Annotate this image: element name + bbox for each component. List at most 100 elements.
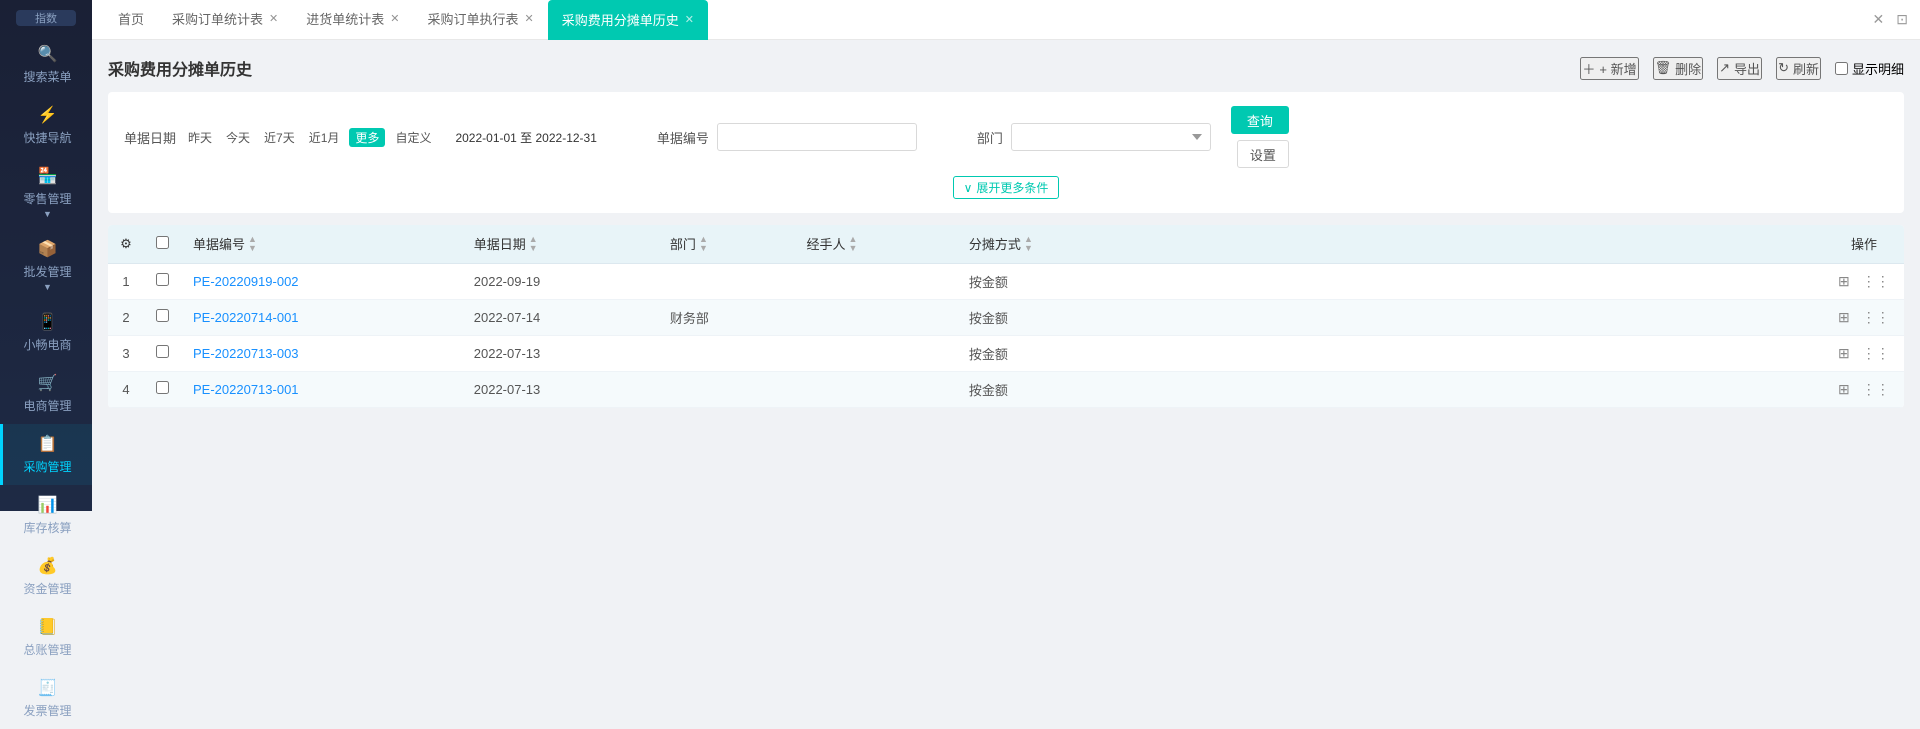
- col-doc-date-sort[interactable]: 单据日期 ▲▼: [474, 234, 538, 253]
- restore-window-icon[interactable]: ⊡: [1896, 11, 1908, 28]
- sidebar-item-search[interactable]: 🔍搜索菜单: [0, 34, 92, 95]
- data-table: ⚙ 单据编号 ▲▼ 单据日期: [108, 225, 1904, 408]
- row-checkbox[interactable]: [156, 345, 169, 358]
- row-more-icon[interactable]: ⋮⋮: [1860, 271, 1892, 292]
- tab-bar: 首页采购订单统计表✕进货单统计表✕采购订单执行表✕ 采购费用分摊单历史 ✕ ✕ ⊡: [92, 0, 1920, 40]
- col-split-method-sort[interactable]: 分摊方式 ▲▼: [969, 234, 1033, 253]
- delete-icon: 🗑: [1655, 60, 1672, 76]
- row-edit-icon[interactable]: ⊞: [1836, 307, 1852, 328]
- col-dept[interactable]: 部门 ▲▼: [658, 225, 795, 263]
- tab-close-icon[interactable]: ✕: [685, 13, 694, 26]
- sidebar: 指数 🔍搜索菜单⚡快捷导航🏪零售管理▼📦批发管理▼📱小畅电商🛒电商管理📋采购管理…: [0, 0, 92, 511]
- date-7days[interactable]: 近7天: [260, 128, 299, 147]
- tab-close-icon[interactable]: ✕: [390, 12, 399, 25]
- date-range-display: 2022-01-01 至 2022-12-31: [455, 129, 596, 146]
- delete-button[interactable]: 🗑 删除: [1653, 57, 1704, 80]
- sidebar-item-label: 发票管理: [23, 702, 71, 719]
- date-custom[interactable]: 自定义: [391, 128, 435, 147]
- search-button[interactable]: 查询: [1231, 106, 1289, 134]
- search-area: 单据日期 昨天 今天 近7天 近1月 更多 自定义 2022-01-01 至 2…: [108, 92, 1904, 213]
- row-doc-date-cell: 2022-07-13: [462, 371, 658, 407]
- tab-close-icon[interactable]: ✕: [269, 12, 278, 25]
- sidebar-item-ledger[interactable]: 📒总账管理: [0, 607, 92, 668]
- dept-select[interactable]: 财务部: [1011, 123, 1211, 151]
- col-dept-sort[interactable]: 部门 ▲▼: [670, 234, 708, 253]
- row-checkbox-cell: [144, 299, 181, 335]
- tab-purchase-order-stats[interactable]: 采购订单统计表✕: [158, 0, 292, 40]
- row-edit-icon[interactable]: ⊞: [1836, 271, 1852, 292]
- sidebar-item-label: 零售管理: [23, 190, 71, 207]
- sidebar-item-inventory[interactable]: 📊库存核算: [0, 485, 92, 546]
- sidebar-invoice-icon: 🧾: [38, 678, 58, 698]
- sidebar-item-finance[interactable]: 💰资金管理: [0, 546, 92, 607]
- sidebar-item-retail[interactable]: 🏪零售管理▼: [0, 156, 92, 229]
- sidebar-item-wholesale[interactable]: 📦批发管理▼: [0, 229, 92, 302]
- refresh-button[interactable]: ↻ 刷新: [1776, 57, 1821, 80]
- tab-purchase-cost-history[interactable]: 采购费用分摊单历史 ✕: [548, 0, 708, 40]
- row-edit-icon[interactable]: ⊞: [1836, 343, 1852, 364]
- col-operation: 操作: [1824, 225, 1904, 263]
- tab-home[interactable]: 首页: [104, 0, 158, 40]
- search-row: 单据日期 昨天 今天 近7天 近1月 更多 自定义 2022-01-01 至 2…: [124, 106, 1888, 168]
- row-more-icon[interactable]: ⋮⋮: [1860, 379, 1892, 400]
- col-split-method[interactable]: 分摊方式 ▲▼: [957, 225, 1824, 263]
- row-doc-no-link[interactable]: PE-20220713-001: [193, 382, 299, 397]
- date-label: 单据日期: [124, 128, 176, 147]
- row-checkbox-cell: [144, 371, 181, 407]
- show-detail-checkbox[interactable]: [1835, 62, 1848, 75]
- date-field: 单据日期 昨天 今天 近7天 近1月 更多 自定义: [124, 128, 435, 147]
- doc-no-input[interactable]: [717, 123, 917, 151]
- col-doc-no[interactable]: 单据编号 ▲▼: [181, 225, 462, 263]
- row-action-cell: ⊞ ⋮⋮: [1824, 335, 1904, 371]
- main-content: 首页采购订单统计表✕进货单统计表✕采购订单执行表✕采购费用分摊单历史✕ ✕ ⊡ …: [92, 0, 1920, 511]
- row-checkbox[interactable]: [156, 273, 169, 286]
- doc-no-field: 单据编号: [657, 123, 917, 151]
- row-more-icon[interactable]: ⋮⋮: [1860, 307, 1892, 328]
- date-today[interactable]: 今天: [222, 128, 254, 147]
- sidebar-shortcut-icon: ⚡: [38, 105, 58, 125]
- row-checkbox[interactable]: [156, 309, 169, 322]
- sidebar-item-label: 快捷导航: [23, 129, 71, 146]
- close-window-icon[interactable]: ✕: [1873, 11, 1885, 28]
- sidebar-item-purchase[interactable]: 📋采购管理: [0, 424, 92, 485]
- row-num: 4: [108, 371, 144, 407]
- select-all-checkbox[interactable]: [156, 236, 169, 249]
- table-row: 4 PE-20220713-001 2022-07-13 按金额 ⊞ ⋮⋮: [108, 371, 1904, 407]
- expand-conditions-button[interactable]: ∨ 展开更多条件: [953, 176, 1060, 199]
- col-handler[interactable]: 经手人 ▲▼: [795, 225, 957, 263]
- expand-icon: ∨: [964, 181, 973, 195]
- tab-stock-stats[interactable]: 进货单统计表✕: [292, 0, 413, 40]
- export-button[interactable]: ↗ 导出: [1717, 57, 1762, 80]
- sidebar-item-shortcut[interactable]: ⚡ 快捷导航: [0, 95, 92, 156]
- row-checkbox[interactable]: [156, 381, 169, 394]
- tab-purchase-order-exec[interactable]: 采购订单执行表✕: [413, 0, 547, 40]
- date-yesterday[interactable]: 昨天: [184, 128, 216, 147]
- col-handler-sort[interactable]: 经手人 ▲▼: [807, 234, 858, 253]
- col-doc-date[interactable]: 单据日期 ▲▼: [462, 225, 658, 263]
- sidebar-finance-icon: 💰: [38, 556, 58, 576]
- col-settings[interactable]: ⚙: [108, 225, 144, 263]
- export-icon: ↗: [1719, 60, 1730, 76]
- date-more[interactable]: 更多: [349, 128, 385, 147]
- row-doc-no-link[interactable]: PE-20220713-003: [193, 346, 299, 361]
- row-doc-no-link[interactable]: PE-20220714-001: [193, 310, 299, 325]
- sidebar-item-ecommerce[interactable]: 🛒电商管理: [0, 363, 92, 424]
- sidebar-item-micro[interactable]: 📱小畅电商: [0, 302, 92, 363]
- col-doc-no-sort[interactable]: 单据编号 ▲▼: [193, 234, 257, 253]
- tab-close-icon[interactable]: ✕: [525, 12, 534, 25]
- row-split-method-cell: 按金额: [957, 335, 1824, 371]
- sidebar-item-label: 采购管理: [23, 458, 71, 475]
- sidebar-item-invoice[interactable]: 🧾 发票管理: [0, 668, 92, 729]
- setting-button[interactable]: 设置: [1237, 140, 1289, 168]
- tab-label: 采购费用分摊单历史: [562, 10, 679, 29]
- row-doc-no-link[interactable]: PE-20220919-002: [193, 274, 299, 289]
- row-edit-icon[interactable]: ⊞: [1836, 379, 1852, 400]
- toolbar-actions: ＋ + 新增 🗑 删除 ↗ 导出 ↻ 刷新 显示明细: [1580, 57, 1904, 80]
- date-1month[interactable]: 近1月: [305, 128, 344, 147]
- add-button[interactable]: ＋ + 新增: [1580, 57, 1638, 80]
- table-header-row: ⚙ 单据编号 ▲▼ 单据日期: [108, 225, 1904, 263]
- sidebar-item-label: 库存核算: [23, 519, 71, 536]
- row-doc-date-cell: 2022-07-13: [462, 335, 658, 371]
- show-detail-checkbox-container[interactable]: 显示明细: [1835, 59, 1904, 78]
- row-more-icon[interactable]: ⋮⋮: [1860, 343, 1892, 364]
